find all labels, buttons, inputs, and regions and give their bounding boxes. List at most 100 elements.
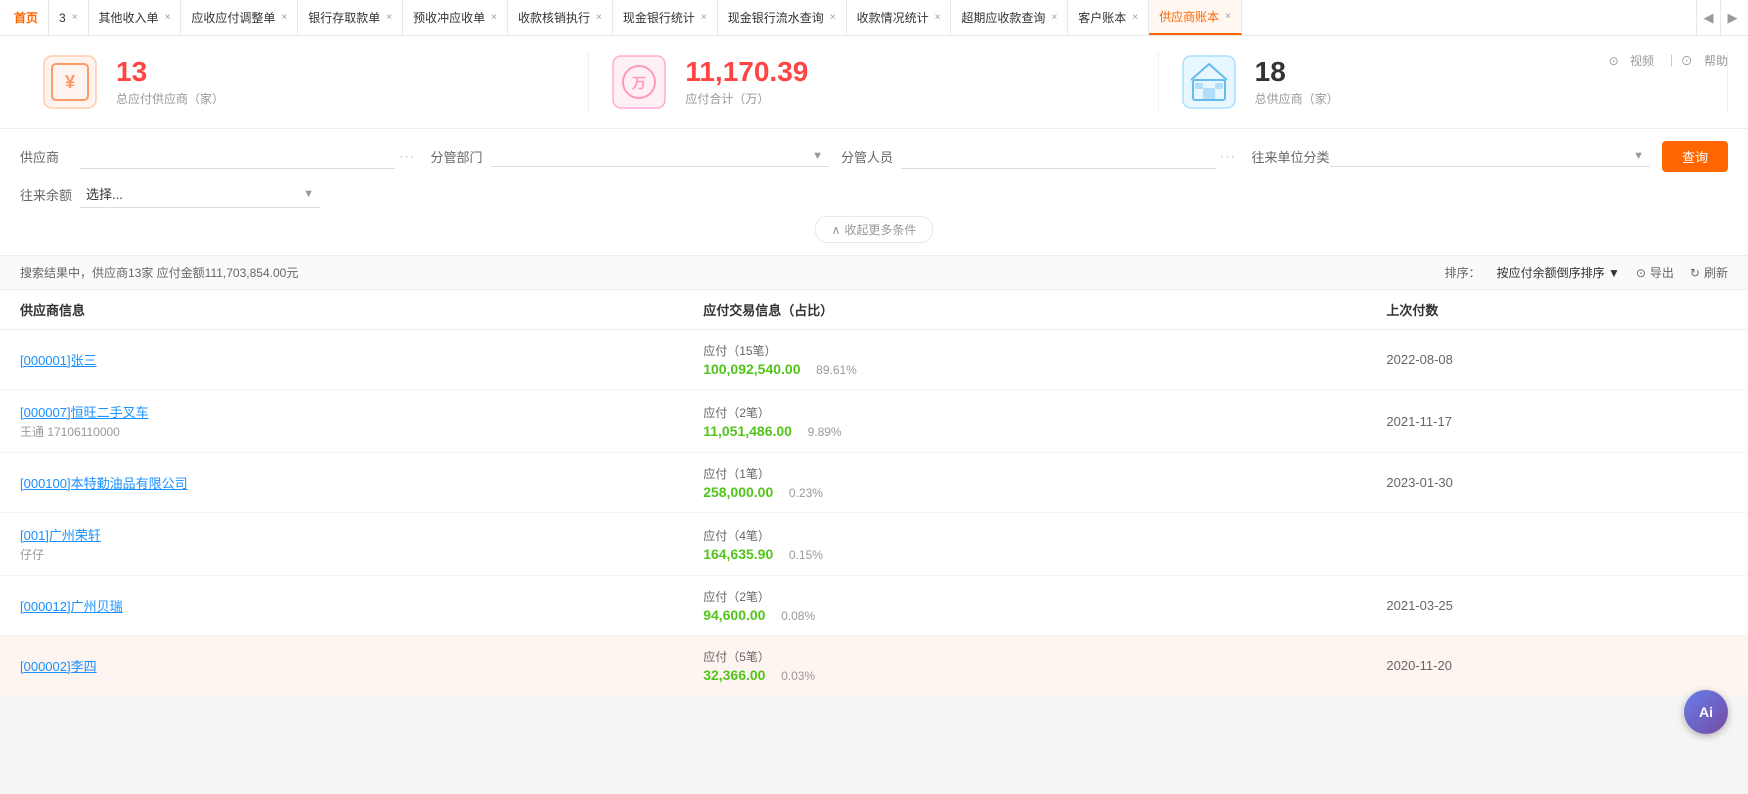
- supplier-sub-3: 仔仔: [20, 546, 703, 563]
- summary-bar: ¥ 13 总应付供应商（家） 万 11,170.39 应付合计（万）: [0, 36, 1748, 129]
- last-pay-4: 2021-03-25: [1386, 598, 1728, 613]
- payable-amount-2[interactable]: 258,000.00: [703, 484, 773, 500]
- nav-bank-deposit[interactable]: 银行存取款单 ×: [298, 0, 403, 35]
- balance-select-value: 选择...: [86, 184, 123, 203]
- nav-pre-ar-label: 预收冲应收单: [413, 9, 485, 26]
- nav-home-label: 首页: [14, 9, 38, 26]
- close-ar-ap-adjust-icon[interactable]: ×: [281, 12, 287, 23]
- payable-amount-0[interactable]: 100,092,540.00: [703, 361, 800, 377]
- balance-dropdown-icon[interactable]: ▼: [303, 188, 314, 200]
- payable-percent-4: 0.08%: [781, 609, 815, 623]
- top-navigation: 首页 3 × 其他收入单 × 应收应付调整单 × 银行存取款单 × 预收冲应收单…: [0, 0, 1748, 36]
- filter-person: 分管人员 ···: [841, 145, 1240, 169]
- payable-amount-4[interactable]: 94,600.00: [703, 607, 765, 623]
- table-row: [000012]广州贝瑞 应付（2笔） 94,600.00 0.08% 2021…: [0, 576, 1748, 636]
- supplier-info-5: [000002]李四: [20, 656, 703, 675]
- table-header: 供应商信息 应付交易信息（占比） 上次付数: [0, 290, 1748, 330]
- refresh-button[interactable]: ↻ 刷新: [1690, 264, 1728, 281]
- last-pay-5: 2020-11-20: [1386, 658, 1728, 673]
- filter-row-2: 往来余额 选择... ▼: [20, 180, 1728, 208]
- svg-text:万: 万: [631, 75, 646, 91]
- nav-pre-ar[interactable]: 预收冲应收单 ×: [403, 0, 508, 35]
- query-button[interactable]: 查询: [1662, 141, 1728, 172]
- nav-ar-ap-adjust-label: 应收应付调整单: [191, 9, 275, 26]
- export-button[interactable]: ⊙ 导出: [1636, 264, 1674, 281]
- person-input[interactable]: [901, 145, 1216, 169]
- close-other-income-icon[interactable]: ×: [165, 12, 171, 23]
- ai-label: Ai: [1699, 704, 1713, 720]
- nav-collection-stat[interactable]: 收款情况统计 ×: [847, 0, 952, 35]
- close-supplier-ledger-icon[interactable]: ×: [1225, 11, 1231, 22]
- nav-other-income[interactable]: 其他收入单 ×: [89, 0, 182, 35]
- table-row: [000100]本特勤油品有限公司 应付（1笔） 258,000.00 0.23…: [0, 453, 1748, 513]
- payable-amount-5[interactable]: 32,366.00: [703, 667, 765, 683]
- supplier-name-2[interactable]: [000100]本特勤油品有限公司: [20, 473, 703, 492]
- category-select[interactable]: ▼: [1330, 146, 1650, 167]
- supplier-name-4[interactable]: [000012]广州贝瑞: [20, 596, 703, 615]
- summary-number-suppliers-payable: 13: [116, 58, 568, 86]
- close-cash-bank-stat-icon[interactable]: ×: [701, 12, 707, 23]
- supplier-name-3[interactable]: [001]广州荣轩: [20, 525, 703, 544]
- supplier-name-0[interactable]: [000001]张三: [20, 350, 703, 369]
- nav-arrow-right[interactable]: ▶: [1720, 0, 1744, 36]
- last-pay-1: 2021-11-17: [1386, 414, 1728, 429]
- close-collection-icon[interactable]: ×: [596, 12, 602, 23]
- supplier-info-4: [000012]广州贝瑞: [20, 596, 703, 615]
- dept-dropdown-icon[interactable]: ▼: [812, 150, 823, 162]
- summary-help: ⊙ 视频 ｜ ⊙ 帮助: [1601, 52, 1728, 69]
- filter-person-label: 分管人员: [841, 147, 901, 166]
- dept-select[interactable]: ▼: [491, 146, 830, 167]
- close-customer-ledger-icon[interactable]: ×: [1132, 12, 1138, 23]
- nav-home[interactable]: 首页: [4, 0, 49, 35]
- close-cash-bank-flow-icon[interactable]: ×: [830, 12, 836, 23]
- close-collection-stat-icon[interactable]: ×: [935, 12, 941, 23]
- last-pay-0: 2022-08-08: [1386, 352, 1728, 367]
- payable-percent-0: 89.61%: [816, 363, 857, 377]
- close-pre-ar-icon[interactable]: ×: [491, 12, 497, 23]
- nav-arrow-left[interactable]: ◀: [1696, 0, 1720, 36]
- payable-amount-1[interactable]: 11,051,486.00: [703, 423, 792, 439]
- supplier-table: 供应商信息 应付交易信息（占比） 上次付数 [000001]张三 应付（15笔）…: [0, 290, 1748, 696]
- export-icon: ⊙: [1636, 266, 1646, 280]
- video-help-link[interactable]: ⊙ 视频: [1609, 54, 1654, 68]
- last-pay-2: 2023-01-30: [1386, 475, 1728, 490]
- filter-area: 供应商 ··· 分管部门 ▼ 分管人员 ··· 往来单位分类 ▼ 查询: [0, 129, 1748, 256]
- nav-supplier-ledger-label: 供应商账本: [1159, 8, 1219, 25]
- summary-icon-payable-total: 万: [609, 52, 669, 112]
- close-tab-3-icon[interactable]: ×: [72, 12, 78, 23]
- help-link[interactable]: ｜ ⊙ 帮助: [1665, 54, 1728, 68]
- table-row: [000007]恒旺二手叉车 王通 17106110000 应付（2笔） 11,…: [0, 390, 1748, 453]
- nav-collection[interactable]: 收款核销执行 ×: [508, 0, 613, 35]
- balance-select[interactable]: 选择... ▼: [80, 180, 320, 208]
- payable-label-2: 应付（1笔）: [703, 465, 1386, 482]
- payable-label-5: 应付（5笔）: [703, 648, 1386, 665]
- collapse-button[interactable]: ∧ 收起更多条件: [815, 216, 934, 243]
- close-overdue-ar-icon[interactable]: ×: [1051, 12, 1057, 23]
- close-bank-deposit-icon[interactable]: ×: [386, 12, 392, 23]
- filter-supplier-label: 供应商: [20, 147, 80, 166]
- category-dropdown-icon[interactable]: ▼: [1633, 150, 1644, 162]
- nav-tab-3-label: 3: [59, 11, 66, 25]
- nav-other-income-label: 其他收入单: [99, 9, 159, 26]
- nav-cash-bank-stat[interactable]: 现金银行统计 ×: [613, 0, 718, 35]
- nav-tab-3[interactable]: 3 ×: [49, 0, 89, 35]
- person-dots-icon[interactable]: ···: [1216, 148, 1240, 166]
- summary-number-payable-total: 11,170.39: [685, 58, 1137, 86]
- supplier-name-1[interactable]: [000007]恒旺二手叉车: [20, 402, 703, 421]
- sort-value[interactable]: 按应付余额倒序排序 ▼: [1497, 264, 1620, 281]
- supplier-input[interactable]: [80, 145, 395, 169]
- ai-assistant-button[interactable]: Ai: [1684, 690, 1728, 734]
- supplier-dots-icon[interactable]: ···: [395, 148, 419, 166]
- nav-cash-bank-flow-label: 现金银行流水查询: [728, 9, 824, 26]
- nav-ar-ap-adjust[interactable]: 应收应付调整单 ×: [181, 0, 298, 35]
- supplier-name-5[interactable]: [000002]李四: [20, 656, 703, 675]
- nav-customer-ledger[interactable]: 客户账本 ×: [1068, 0, 1149, 35]
- payable-amount-3[interactable]: 164,635.90: [703, 546, 773, 562]
- nav-cash-bank-flow[interactable]: 现金银行流水查询 ×: [718, 0, 847, 35]
- nav-supplier-ledger[interactable]: 供应商账本 ×: [1149, 0, 1242, 35]
- sort-dropdown-icon: ▼: [1608, 266, 1620, 280]
- svg-text:¥: ¥: [65, 72, 75, 92]
- payable-percent-2: 0.23%: [789, 486, 823, 500]
- supplier-info-0: [000001]张三: [20, 350, 703, 369]
- nav-overdue-ar[interactable]: 超期应收款查询 ×: [951, 0, 1068, 35]
